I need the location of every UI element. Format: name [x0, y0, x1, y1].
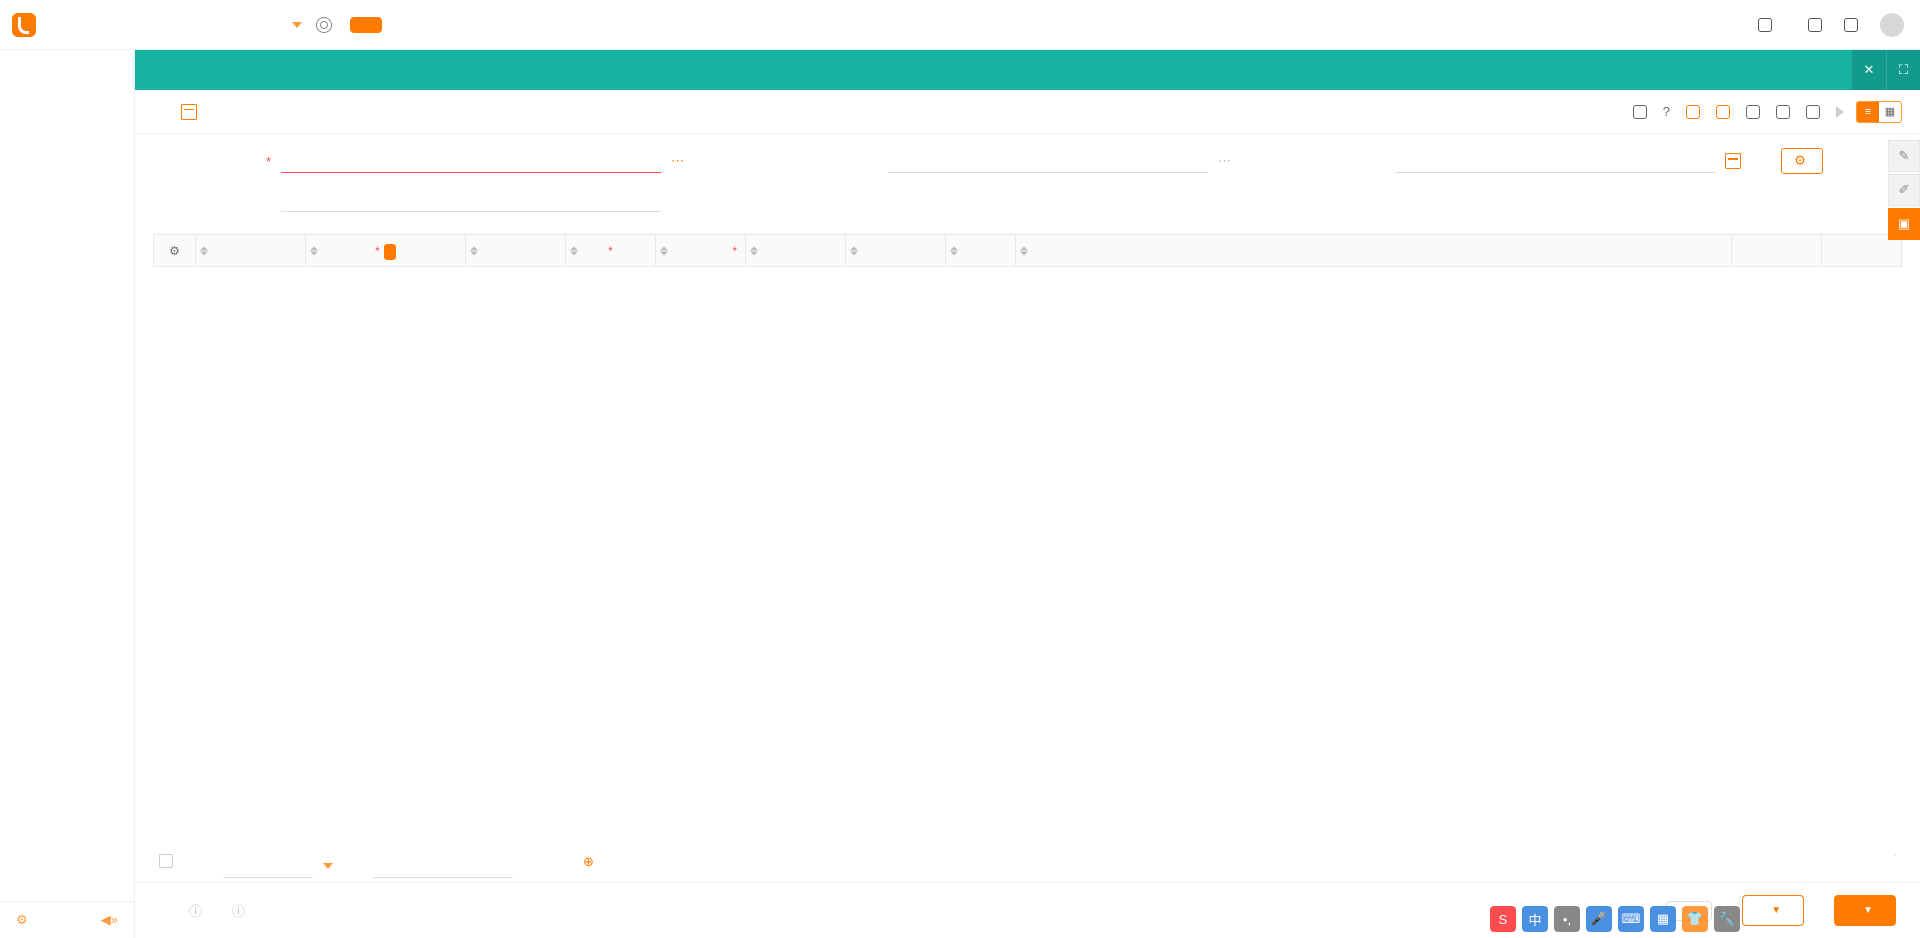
history-icon	[1806, 105, 1820, 119]
settings-icon[interactable]: ⚙	[16, 912, 28, 928]
col-qty-label	[732, 244, 737, 258]
list-icon	[1716, 105, 1730, 119]
experience-button[interactable]	[350, 17, 382, 33]
remark-input[interactable]	[281, 188, 661, 212]
action-icon	[1776, 105, 1790, 119]
payment-section: ⊕	[135, 842, 1920, 882]
help-icon[interactable]: ⓘ	[189, 904, 202, 919]
col-price[interactable]	[746, 235, 846, 267]
col-unit-label	[608, 244, 613, 258]
eta-calendar-icon[interactable]	[1725, 153, 1741, 169]
col-product[interactable]	[306, 235, 466, 267]
tab-close-all[interactable]: ✕	[1852, 50, 1886, 90]
calendar-icon[interactable]	[181, 104, 197, 120]
save-draft-button[interactable]: ▼	[1742, 895, 1804, 926]
agent-input[interactable]	[888, 149, 1208, 173]
chevron-down-icon[interactable]	[323, 863, 333, 869]
shortcut-link[interactable]	[1686, 105, 1704, 119]
supplier-label	[199, 154, 271, 169]
line-items-grid: ⚙	[135, 234, 1920, 842]
app-download-link[interactable]	[1808, 18, 1826, 32]
chat-icon	[1758, 18, 1772, 32]
brand-mark-icon	[12, 13, 36, 37]
keyboard-icon	[1686, 105, 1700, 119]
headset-icon	[1844, 18, 1858, 32]
rail-edit-icon[interactable]: ✐	[1888, 174, 1920, 206]
ime-sogou-icon[interactable]: S	[1490, 906, 1516, 932]
col-settings[interactable]: ⚙	[154, 235, 196, 267]
help-icon: ?	[1663, 104, 1670, 119]
supplier-input[interactable]	[281, 149, 661, 173]
chevron-down-icon	[292, 22, 302, 28]
ime-keyboard-icon[interactable]: ⌨	[1618, 906, 1644, 932]
brand-logo	[12, 13, 152, 37]
col-gift[interactable]	[946, 235, 1016, 267]
right-rail: ✎ ✐ ▣	[1888, 140, 1920, 242]
help-link[interactable]: ?	[1663, 104, 1674, 119]
ime-mic-icon[interactable]: 🎤	[1586, 906, 1612, 932]
phone-icon	[1808, 18, 1822, 32]
print-link[interactable]	[1746, 105, 1764, 119]
document-toolbar: ? ≡ ▦	[135, 90, 1920, 134]
supplier-lookup-icon[interactable]: ⋯	[671, 153, 686, 169]
ime-skin-icon[interactable]: 👕	[1682, 906, 1708, 932]
save-new-button[interactable]: ▼	[1834, 895, 1896, 926]
tab-bar: ✕ ⛶	[135, 50, 1920, 90]
history-link[interactable]	[1806, 105, 1824, 119]
category-select[interactable]	[172, 22, 302, 28]
user-menu[interactable]	[1880, 13, 1908, 37]
chevron-down-icon: ▼	[1771, 905, 1781, 916]
sidebar: ⚙ ◀»	[0, 50, 135, 938]
add-payment-link[interactable]: ⊕	[583, 854, 604, 870]
account-input[interactable]	[373, 854, 513, 878]
view-grid-icon[interactable]: ▦	[1879, 102, 1901, 122]
col-unit[interactable]	[566, 235, 656, 267]
print-icon	[1746, 105, 1760, 119]
rail-note-icon[interactable]: ✎	[1888, 140, 1920, 172]
view-toggle[interactable]: ≡ ▦	[1856, 101, 1902, 123]
col-product-label	[375, 244, 380, 258]
ime-taskbar: S 中 •, 🎤 ⌨ ▦ 👕 🔧	[1490, 906, 1740, 932]
support-link[interactable]	[1844, 18, 1862, 32]
top-tools	[1758, 13, 1908, 37]
totals-panel	[1894, 854, 1896, 856]
rail-image-icon[interactable]: ▣	[1888, 208, 1920, 240]
ime-lang-icon[interactable]: 中	[1522, 906, 1548, 932]
header-form: ⋯ ⋯ ⚙	[135, 134, 1920, 234]
play-icon	[1633, 105, 1647, 119]
col-spec[interactable]	[466, 235, 566, 267]
ime-grid-icon[interactable]: ▦	[1650, 906, 1676, 932]
col-barcode[interactable]	[196, 235, 306, 267]
video-link[interactable]	[1633, 105, 1651, 119]
select-doc-link[interactable]	[1716, 105, 1734, 119]
collapse-icon[interactable]: ◀»	[101, 912, 118, 928]
next-doc-icon[interactable]	[1836, 106, 1844, 118]
col-avail[interactable]	[1732, 235, 1822, 267]
view-list-icon[interactable]: ≡	[1857, 102, 1879, 122]
top-bar	[0, 0, 1920, 50]
gear-icon[interactable]	[316, 17, 332, 33]
ime-punct-icon[interactable]: •,	[1554, 906, 1580, 932]
sidebar-footer: ⚙ ◀»	[0, 901, 134, 938]
ime-tool-icon[interactable]: 🔧	[1714, 906, 1740, 932]
messages-link[interactable]	[1758, 18, 1790, 32]
col-blank[interactable]	[1016, 235, 1732, 267]
agent-lookup-icon[interactable]: ⋯	[1218, 153, 1233, 169]
gear-icon: ⚙	[1794, 153, 1806, 169]
action-link[interactable]	[1776, 105, 1794, 119]
plus-icon: ⊕	[583, 854, 594, 870]
settle-input[interactable]	[223, 854, 313, 878]
chevron-down-icon: ▼	[1863, 905, 1873, 916]
col-amount[interactable]	[846, 235, 946, 267]
onekey-checkbox[interactable]	[159, 854, 173, 868]
settings-button[interactable]: ⚙	[1781, 148, 1823, 174]
avatar-icon	[1880, 13, 1904, 37]
help-icon[interactable]: ⓘ	[232, 904, 245, 919]
tab-fullscreen[interactable]: ⛶	[1886, 50, 1920, 90]
eta-input[interactable]	[1395, 149, 1715, 173]
scan-entry-button[interactable]	[384, 244, 396, 260]
col-qty[interactable]	[656, 235, 746, 267]
